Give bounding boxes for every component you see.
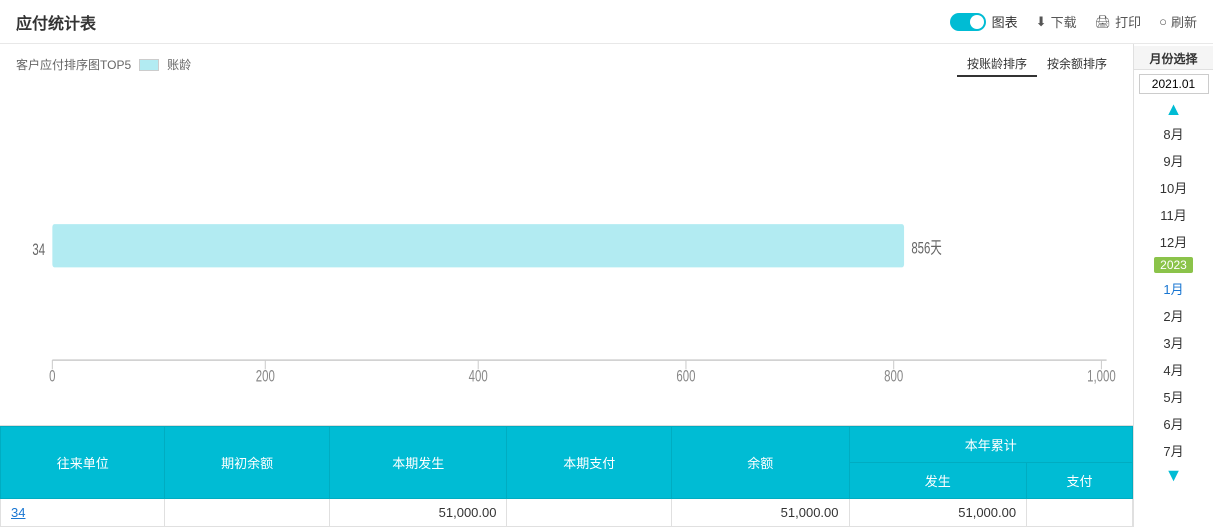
data-table: 往来单位 期初余额 本期发生 本期支付 余额 本年累计 发生 支付 [0, 426, 1133, 527]
download-label: 下载 [1051, 12, 1077, 31]
sidebar-year-badge: 2023 [1154, 257, 1193, 273]
print-icon: 🖨 [1095, 14, 1112, 30]
refresh-icon: ○ [1159, 14, 1167, 29]
table-section: 往来单位 期初余额 本期发生 本期支付 余额 本年累计 发生 支付 [0, 425, 1133, 527]
app-container: 应付统计表 图表 ⬇ 下载 🖨 打印 ○ 刷新 [0, 0, 1213, 527]
unit-link[interactable]: 34 [11, 505, 25, 520]
chart-toggle-wrap[interactable]: 图表 [950, 12, 1018, 31]
table-row: 34 51,000.00 51,000.00 51,000.00 [1, 499, 1133, 527]
sidebar-month-6[interactable]: 6月 [1134, 410, 1213, 437]
chart-svg: 34 856天 0 200 400 600 800 1,000 [16, 85, 1117, 425]
main-content: 客户应付排序图TOP5 账龄 按账龄排序 按余额排序 34 856天 [0, 44, 1213, 527]
sidebar-month-12[interactable]: 12月 [1134, 228, 1213, 255]
refresh-label: 刷新 [1171, 12, 1197, 31]
print-button[interactable]: 🖨 打印 [1095, 12, 1142, 31]
cell-balance: 51,000.00 [671, 499, 849, 527]
sidebar-month-8[interactable]: 8月 [1134, 120, 1213, 147]
legend-box [139, 59, 159, 71]
sort-tab-balance[interactable]: 按余额排序 [1037, 52, 1117, 77]
th-year-group: 本年累计 [849, 427, 1132, 463]
sidebar-month-9[interactable]: 9月 [1134, 147, 1213, 174]
header-actions: 图表 ⬇ 下载 🖨 打印 ○ 刷新 [950, 12, 1197, 31]
header: 应付统计表 图表 ⬇ 下载 🖨 打印 ○ 刷新 [0, 0, 1213, 44]
cell-year-pay [1027, 499, 1133, 527]
sidebar-month-1[interactable]: 1月 [1134, 275, 1213, 302]
th-year-pay: 支付 [1027, 463, 1133, 499]
sidebar-month-7[interactable]: 7月 [1134, 437, 1213, 464]
cell-current-pay [507, 499, 671, 527]
chart-section: 客户应付排序图TOP5 账龄 按账龄排序 按余额排序 34 856天 [0, 44, 1133, 527]
chart-toggle-label: 图表 [992, 12, 1018, 31]
svg-text:0: 0 [49, 368, 55, 387]
sidebar-year-input[interactable] [1139, 74, 1209, 94]
th-qc: 期初余额 [165, 427, 329, 499]
download-icon: ⬇ [1036, 14, 1047, 30]
legend-text: 客户应付排序图TOP5 [16, 56, 131, 73]
svg-text:600: 600 [676, 368, 695, 387]
sidebar-month-4[interactable]: 4月 [1134, 356, 1213, 383]
legend-area: 客户应付排序图TOP5 账龄 [16, 56, 191, 73]
refresh-button[interactable]: ○ 刷新 [1159, 12, 1197, 31]
th-current-occur: 本期发生 [329, 427, 507, 499]
cell-unit[interactable]: 34 [1, 499, 165, 527]
download-button[interactable]: ⬇ 下载 [1036, 12, 1077, 31]
sidebar-month-11[interactable]: 11月 [1134, 201, 1213, 228]
svg-text:800: 800 [884, 368, 903, 387]
sidebar-month-10[interactable]: 10月 [1134, 174, 1213, 201]
cell-current-occur: 51,000.00 [329, 499, 507, 527]
sort-tabs: 按账龄排序 按余额排序 [957, 52, 1117, 77]
th-current-pay: 本期支付 [507, 427, 671, 499]
svg-text:400: 400 [469, 368, 488, 387]
sidebar-month-2[interactable]: 2月 [1134, 302, 1213, 329]
sidebar-scroll-up[interactable]: ▲ [1163, 98, 1185, 120]
svg-text:34: 34 [32, 241, 45, 260]
svg-text:1,000: 1,000 [1087, 368, 1116, 387]
sort-tab-age[interactable]: 按账龄排序 [957, 52, 1037, 77]
right-sidebar: 月份选择 ▲ 8月 9月 10月 11月 12月 2023 1月 2月 3月 4… [1133, 44, 1213, 527]
th-year-occur: 发生 [849, 463, 1027, 499]
svg-text:200: 200 [256, 368, 275, 387]
chart-header: 客户应付排序图TOP5 账龄 按账龄排序 按余额排序 [0, 44, 1133, 85]
svg-text:856天: 856天 [911, 239, 941, 258]
sidebar-month-3[interactable]: 3月 [1134, 329, 1213, 356]
th-balance: 余额 [671, 427, 849, 499]
sidebar-title: 月份选择 [1134, 46, 1213, 70]
cell-year-occur: 51,000.00 [849, 499, 1027, 527]
th-unit: 往来单位 [1, 427, 165, 499]
page-title: 应付统计表 [16, 10, 96, 34]
chart-toggle[interactable] [950, 13, 986, 31]
print-label: 打印 [1115, 12, 1141, 31]
sidebar-scroll-down[interactable]: ▼ [1163, 464, 1185, 486]
chart-area: 34 856天 0 200 400 600 800 1,000 [0, 85, 1133, 425]
sidebar-month-5[interactable]: 5月 [1134, 383, 1213, 410]
cell-qc [165, 499, 329, 527]
legend-box-label: 账龄 [167, 56, 191, 73]
